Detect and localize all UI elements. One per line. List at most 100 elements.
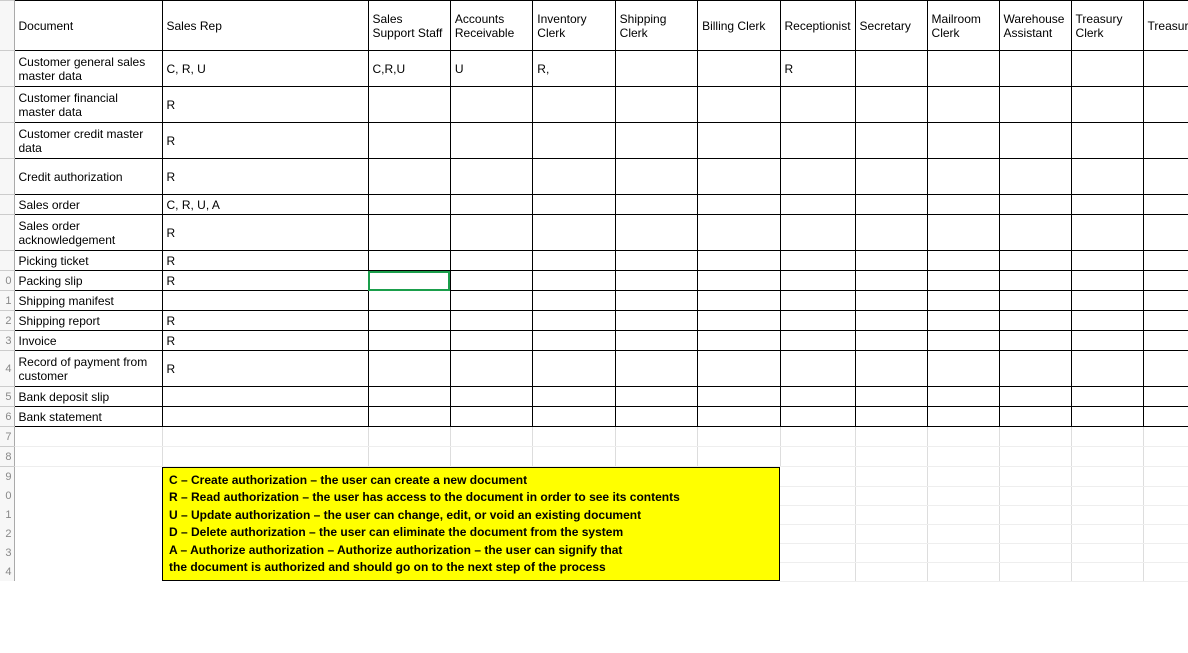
empty-cell[interactable] xyxy=(1071,543,1143,562)
empty-cell[interactable] xyxy=(780,447,855,467)
matrix-cell[interactable] xyxy=(368,351,450,387)
matrix-cell[interactable] xyxy=(533,331,615,351)
matrix-cell[interactable] xyxy=(698,87,780,123)
matrix-cell[interactable] xyxy=(533,87,615,123)
empty-cell[interactable] xyxy=(855,562,927,581)
doc-cell[interactable]: Bank deposit slip xyxy=(14,387,162,407)
matrix-cell[interactable] xyxy=(615,123,697,159)
empty-cell[interactable] xyxy=(855,524,927,543)
matrix-cell[interactable]: R xyxy=(162,87,368,123)
matrix-cell[interactable] xyxy=(1071,195,1143,215)
matrix-cell[interactable] xyxy=(162,291,368,311)
matrix-cell[interactable] xyxy=(1071,311,1143,331)
matrix-cell[interactable] xyxy=(368,215,450,251)
matrix-cell[interactable] xyxy=(450,123,532,159)
empty-cell[interactable] xyxy=(927,467,999,487)
matrix-cell[interactable] xyxy=(368,311,450,331)
matrix-cell[interactable] xyxy=(999,407,1071,427)
matrix-cell[interactable] xyxy=(780,407,855,427)
matrix-cell[interactable] xyxy=(855,87,927,123)
matrix-cell[interactable] xyxy=(615,387,697,407)
matrix-cell[interactable] xyxy=(533,311,615,331)
empty-cell[interactable] xyxy=(533,447,615,467)
empty-cell[interactable] xyxy=(1143,543,1188,562)
matrix-cell[interactable] xyxy=(927,407,999,427)
matrix-cell[interactable] xyxy=(533,387,615,407)
matrix-cell[interactable] xyxy=(615,87,697,123)
matrix-cell[interactable] xyxy=(999,251,1071,271)
matrix-cell[interactable] xyxy=(927,159,999,195)
empty-cell[interactable] xyxy=(927,543,999,562)
matrix-cell[interactable] xyxy=(1143,407,1188,427)
matrix-cell[interactable] xyxy=(1143,215,1188,251)
matrix-cell[interactable] xyxy=(615,311,697,331)
matrix-cell[interactable] xyxy=(855,271,927,291)
matrix-cell[interactable]: C, R, U xyxy=(162,51,368,87)
matrix-cell[interactable] xyxy=(780,331,855,351)
matrix-cell[interactable] xyxy=(780,123,855,159)
matrix-cell[interactable] xyxy=(533,351,615,387)
matrix-cell[interactable] xyxy=(368,331,450,351)
matrix-cell[interactable] xyxy=(450,195,532,215)
empty-cell[interactable] xyxy=(999,427,1071,447)
matrix-cell[interactable] xyxy=(780,351,855,387)
matrix-cell[interactable] xyxy=(1143,387,1188,407)
empty-cell[interactable] xyxy=(1071,562,1143,581)
empty-cell[interactable] xyxy=(1143,524,1188,543)
matrix-cell[interactable] xyxy=(368,271,450,291)
matrix-cell[interactable] xyxy=(999,195,1071,215)
matrix-cell[interactable] xyxy=(368,407,450,427)
matrix-cell[interactable] xyxy=(698,351,780,387)
doc-cell[interactable]: Packing slip xyxy=(14,271,162,291)
matrix-cell[interactable] xyxy=(999,351,1071,387)
matrix-cell[interactable] xyxy=(1071,215,1143,251)
matrix-cell[interactable] xyxy=(927,387,999,407)
spreadsheet[interactable]: Document Sales Rep Sales Support Staff A… xyxy=(0,0,1188,582)
matrix-cell[interactable]: R xyxy=(780,51,855,87)
empty-cell[interactable] xyxy=(855,543,927,562)
matrix-cell[interactable] xyxy=(855,311,927,331)
matrix-cell[interactable] xyxy=(927,51,999,87)
matrix-cell[interactable] xyxy=(1071,87,1143,123)
empty-cell[interactable] xyxy=(780,505,855,524)
matrix-cell[interactable] xyxy=(927,195,999,215)
empty-cell[interactable] xyxy=(780,467,855,487)
empty-cell[interactable] xyxy=(1143,505,1188,524)
empty-cell[interactable] xyxy=(162,447,368,467)
matrix-cell[interactable] xyxy=(1143,351,1188,387)
matrix-cell[interactable] xyxy=(1143,251,1188,271)
matrix-cell[interactable] xyxy=(533,271,615,291)
empty-cell[interactable] xyxy=(1143,427,1188,447)
matrix-cell[interactable] xyxy=(780,159,855,195)
matrix-cell[interactable] xyxy=(855,51,927,87)
matrix-cell[interactable] xyxy=(1071,291,1143,311)
matrix-cell[interactable] xyxy=(615,351,697,387)
matrix-cell[interactable] xyxy=(927,251,999,271)
matrix-cell[interactable] xyxy=(450,159,532,195)
matrix-cell[interactable] xyxy=(999,51,1071,87)
matrix-cell[interactable] xyxy=(1143,87,1188,123)
matrix-cell[interactable] xyxy=(615,407,697,427)
matrix-cell[interactable] xyxy=(1143,291,1188,311)
matrix-cell[interactable] xyxy=(698,407,780,427)
doc-cell[interactable]: Credit authorization xyxy=(14,159,162,195)
empty-cell[interactable] xyxy=(698,447,780,467)
doc-cell[interactable]: Shipping manifest xyxy=(14,291,162,311)
matrix-cell[interactable] xyxy=(698,215,780,251)
empty-cell[interactable] xyxy=(780,427,855,447)
matrix-cell[interactable] xyxy=(1071,251,1143,271)
empty-cell[interactable] xyxy=(855,486,927,505)
doc-cell[interactable]: Sales order xyxy=(14,195,162,215)
matrix-cell[interactable] xyxy=(698,195,780,215)
empty-cell[interactable] xyxy=(780,562,855,581)
matrix-cell[interactable]: R xyxy=(162,251,368,271)
matrix-cell[interactable] xyxy=(450,387,532,407)
matrix-cell[interactable] xyxy=(162,407,368,427)
matrix-cell[interactable] xyxy=(780,291,855,311)
doc-cell[interactable]: Bank statement xyxy=(14,407,162,427)
doc-cell[interactable]: Sales order acknowledgement xyxy=(14,215,162,251)
empty-cell[interactable] xyxy=(999,447,1071,467)
matrix-cell[interactable] xyxy=(698,123,780,159)
matrix-cell[interactable] xyxy=(780,87,855,123)
doc-cell[interactable]: Customer general sales master data xyxy=(14,51,162,87)
